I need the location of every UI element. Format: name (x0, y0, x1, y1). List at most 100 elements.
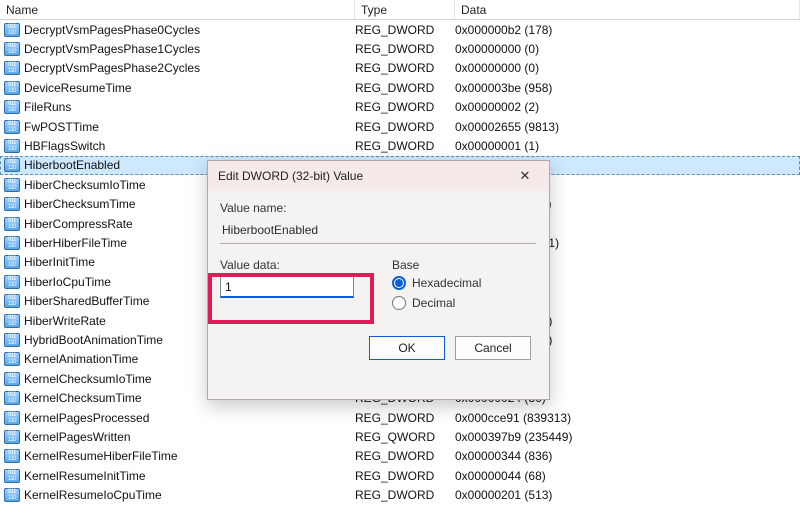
base-group-label: Base (392, 258, 537, 272)
registry-row[interactable]: KernelPagesWrittenREG_QWORD0x000397b9 (2… (0, 427, 800, 446)
registry-value-type: REG_DWORD (355, 42, 455, 56)
registry-binary-icon (4, 81, 20, 95)
registry-value-name: HiberChecksumIoTime (24, 178, 146, 192)
registry-row[interactable]: FileRuns REG_DWORD0x00000002 (2) (0, 98, 800, 117)
registry-row[interactable]: DecryptVsmPagesPhase1Cycles REG_DWORD0x00… (0, 39, 800, 58)
radio-dec-label: Decimal (412, 296, 455, 310)
registry-value-data: 0x00000000 (0) (455, 42, 800, 56)
radio-decimal[interactable]: Decimal (392, 296, 537, 310)
registry-binary-icon (4, 217, 20, 231)
registry-value-type: REG_DWORD (355, 61, 455, 75)
registry-binary-icon (4, 411, 20, 425)
registry-value-name: HiberWriteRate (24, 314, 106, 328)
registry-value-name: KernelResumeHiberFileTime (24, 449, 178, 463)
registry-binary-icon (4, 294, 20, 308)
registry-binary-icon (4, 23, 20, 37)
radio-circle-icon (392, 296, 406, 310)
value-data-field[interactable] (220, 276, 354, 298)
registry-value-name: KernelResumeIoCpuTime (24, 488, 162, 502)
dialog-title: Edit DWORD (32-bit) Value (218, 169, 507, 183)
registry-binary-icon (4, 139, 20, 153)
registry-value-name: DecryptVsmPagesPhase0Cycles (24, 23, 200, 37)
registry-value-name: FileRuns (24, 100, 71, 114)
registry-value-name: HiberHiberFileTime (24, 236, 127, 250)
registry-binary-icon (4, 449, 20, 463)
registry-binary-icon (4, 391, 20, 405)
registry-value-data: 0x00000000 (0) (455, 61, 800, 75)
registry-value-data: 0x000000b2 (178) (455, 23, 800, 37)
registry-value-name: KernelChecksumIoTime (24, 372, 152, 386)
registry-value-data: 0x00000344 (836) (455, 449, 800, 463)
registry-value-name: HiberIoCpuTime (24, 275, 111, 289)
registry-row[interactable]: HBFlagsSwitch REG_DWORD0x00000001 (1) (0, 136, 800, 155)
registry-value-data: 0x00000001 (1) (455, 139, 800, 153)
column-header-data[interactable]: Data (455, 0, 800, 19)
radio-hexadecimal[interactable]: Hexadecimal (392, 276, 537, 290)
registry-value-name: KernelAnimationTime (24, 352, 138, 366)
registry-value-name: HiberbootEnabled (24, 158, 120, 172)
registry-value-name: HiberInitTime (24, 255, 95, 269)
registry-row[interactable]: FwPOSTTime REG_DWORD0x00002655 (9813) (0, 117, 800, 136)
registry-value-type: REG_DWORD (355, 469, 455, 483)
registry-value-type: REG_DWORD (355, 120, 455, 134)
registry-value-type: REG_DWORD (355, 100, 455, 114)
registry-value-type: REG_DWORD (355, 23, 455, 37)
registry-binary-icon (4, 100, 20, 114)
registry-binary-icon (4, 372, 20, 386)
registry-value-data: 0x00000201 (513) (455, 488, 800, 502)
registry-value-name: FwPOSTTime (24, 120, 99, 134)
value-data-label: Value data: (220, 258, 370, 272)
column-header-type[interactable]: Type (355, 0, 455, 19)
registry-value-data: 0x00000002 (2) (455, 100, 800, 114)
registry-value-data: 0x000cce91 (839313) (455, 411, 800, 425)
registry-value-name: HybridBootAnimationTime (24, 333, 163, 347)
registry-value-name: DeviceResumeTime (24, 81, 132, 95)
column-headers: Name Type Data (0, 0, 800, 20)
registry-value-name: KernelChecksumTime (24, 391, 142, 405)
registry-row[interactable]: DecryptVsmPagesPhase2Cycles REG_DWORD0x00… (0, 59, 800, 78)
registry-value-data: 0x000003be (958) (455, 81, 800, 95)
registry-binary-icon (4, 178, 20, 192)
ok-button[interactable]: OK (369, 336, 445, 360)
column-header-name[interactable]: Name (0, 0, 355, 19)
registry-row[interactable]: KernelResumeIoCpuTime REG_DWORD0x00000201… (0, 485, 800, 504)
registry-binary-icon (4, 488, 20, 502)
close-icon: ✕ (520, 168, 531, 184)
registry-binary-icon (4, 275, 20, 289)
registry-binary-icon (4, 197, 20, 211)
registry-value-data: 0x00002655 (9813) (455, 120, 800, 134)
registry-value-type: REG_DWORD (355, 81, 455, 95)
registry-row[interactable]: KernelResumeHiberFileTime REG_DWORD0x0000… (0, 447, 800, 466)
registry-binary-icon (4, 236, 20, 250)
registry-value-name: KernelResumeInitTime (24, 469, 146, 483)
dialog-close-button[interactable]: ✕ (507, 163, 543, 189)
registry-binary-icon (4, 333, 20, 347)
registry-value-type: REG_QWORD (355, 430, 455, 444)
registry-row[interactable]: DecryptVsmPagesPhase0Cycles REG_DWORD0x00… (0, 20, 800, 39)
registry-value-type: REG_DWORD (355, 411, 455, 425)
registry-binary-icon (4, 469, 20, 483)
registry-value-name: HBFlagsSwitch (24, 139, 105, 153)
registry-row[interactable]: KernelPagesProcessed REG_DWORD0x000cce91 … (0, 408, 800, 427)
registry-value-name: DecryptVsmPagesPhase1Cycles (24, 42, 200, 56)
registry-binary-icon (4, 255, 20, 269)
value-name-label: Value name: (220, 201, 537, 215)
registry-value-name: DecryptVsmPagesPhase2Cycles (24, 61, 200, 75)
registry-binary-icon (4, 352, 20, 366)
registry-value-name: KernelPagesWritten (24, 430, 131, 444)
value-name-field[interactable] (220, 219, 536, 244)
registry-value-name: HiberCompressRate (24, 217, 133, 231)
dialog-titlebar[interactable]: Edit DWORD (32-bit) Value ✕ (208, 161, 549, 191)
dialog-body: Value name: Value data: Base Hexadecimal… (208, 191, 549, 368)
cancel-button[interactable]: Cancel (455, 336, 531, 360)
registry-binary-icon (4, 314, 20, 328)
registry-value-type: REG_DWORD (355, 139, 455, 153)
registry-row[interactable]: KernelResumeInitTimeREG_DWORD0x00000044 … (0, 466, 800, 485)
registry-row[interactable]: DeviceResumeTime REG_DWORD0x000003be (958… (0, 78, 800, 97)
registry-binary-icon (4, 61, 20, 75)
registry-value-type: REG_DWORD (355, 449, 455, 463)
registry-value-type: REG_DWORD (355, 488, 455, 502)
registry-binary-icon (4, 120, 20, 134)
edit-dword-dialog: Edit DWORD (32-bit) Value ✕ Value name: … (207, 160, 550, 400)
registry-value-name: KernelPagesProcessed (24, 411, 149, 425)
